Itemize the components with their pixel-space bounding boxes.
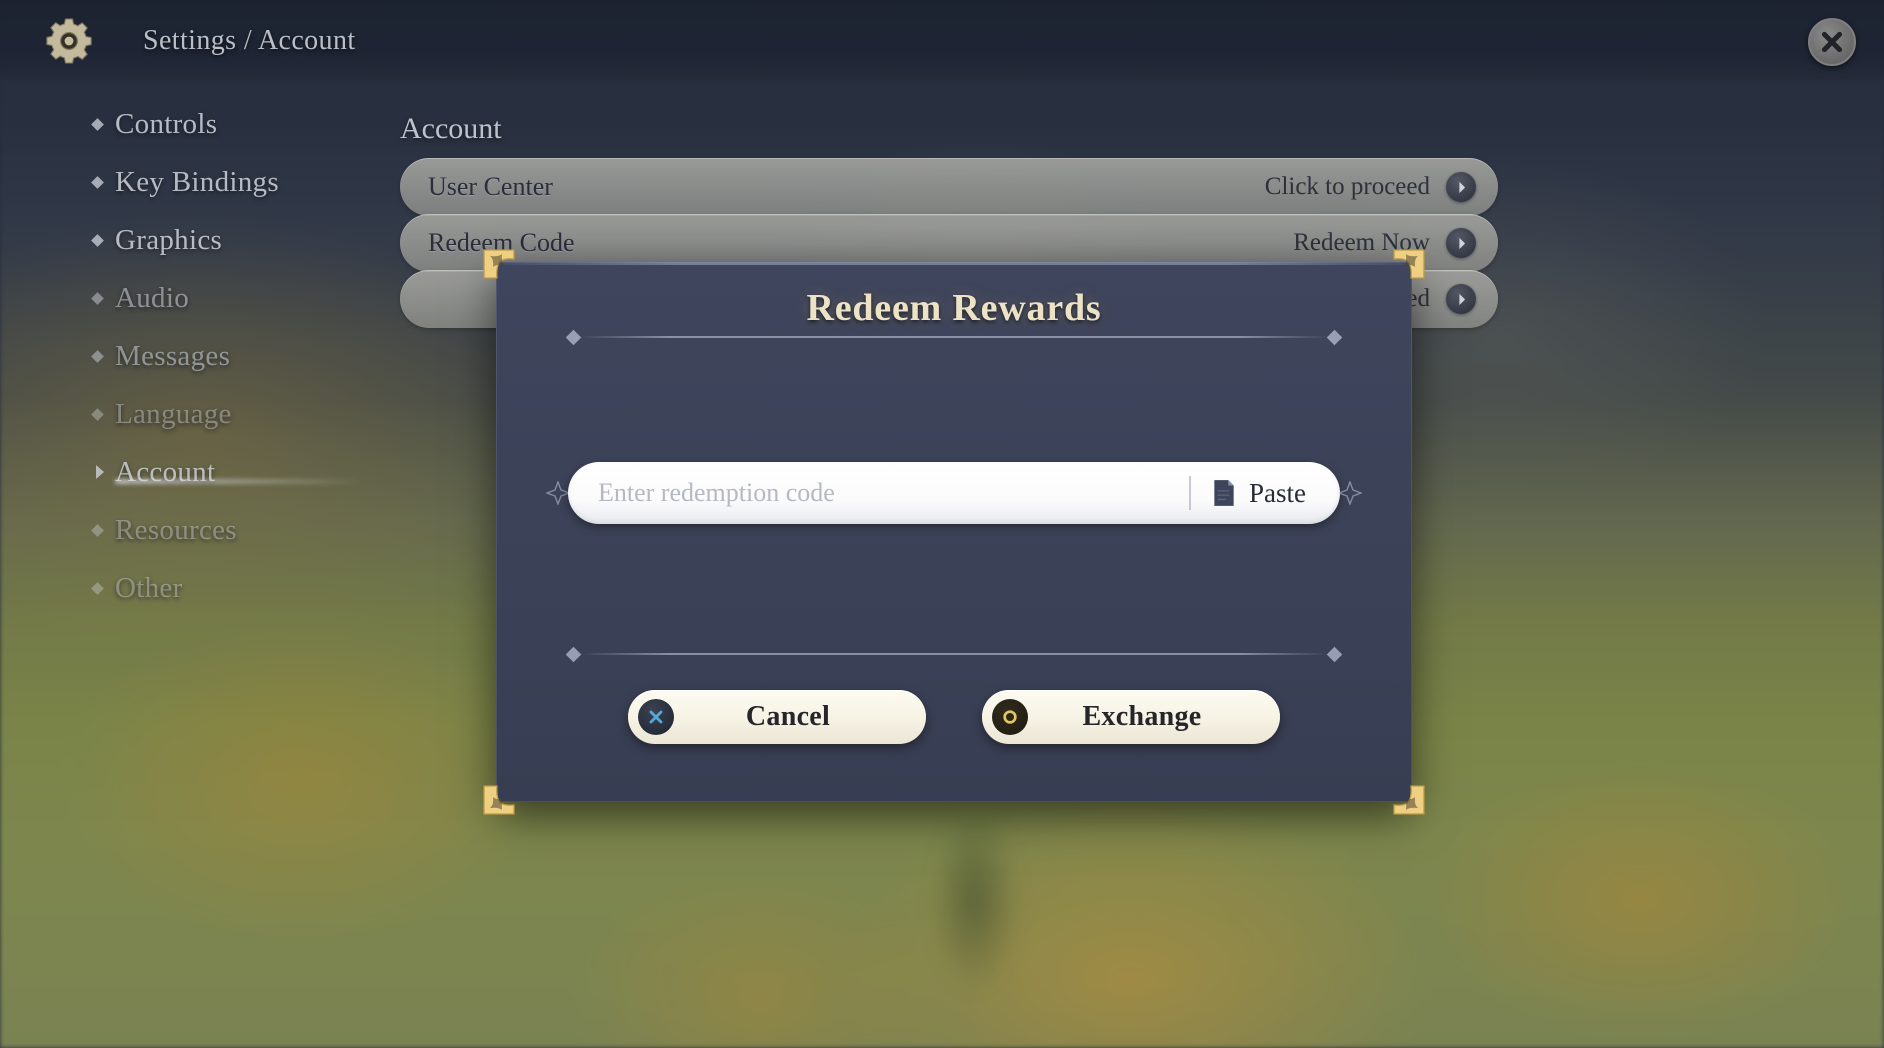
paste-divider [1189, 476, 1191, 510]
field-ornament-right [1337, 480, 1363, 506]
cancel-badge [638, 699, 674, 735]
divider-top [558, 329, 1350, 346]
redeem-rewards-dialog: Redeem Rewards Cancel Exchange [483, 249, 1425, 815]
divider-bar [580, 653, 1328, 655]
divider-cap-left [565, 329, 582, 346]
corner-ornament-top-left [482, 248, 516, 282]
divider-cap-left [565, 646, 582, 663]
corner-ornament-bottom-right [1392, 782, 1426, 816]
dialog-title: Redeem Rewards [806, 287, 1102, 329]
paste-button[interactable]: Paste [1211, 478, 1306, 509]
divider-bottom [558, 646, 1350, 663]
x-icon [649, 710, 663, 724]
corner-ornament-bottom-left [482, 782, 516, 816]
divider-cap-right [1326, 646, 1343, 663]
dialog-button-row: Cancel Exchange [496, 690, 1412, 744]
clipboard-icon [1214, 480, 1234, 506]
divider-cap-right [1326, 329, 1343, 346]
redemption-input-row: Paste [545, 462, 1363, 524]
cancel-button[interactable]: Cancel [628, 690, 926, 744]
field-ornament-left [545, 480, 571, 506]
search-input[interactable] [598, 478, 1189, 508]
circle-icon [1003, 710, 1017, 724]
paste-button-label: Paste [1249, 477, 1306, 508]
redemption-code-field[interactable]: Paste [568, 462, 1340, 524]
exchange-button[interactable]: Exchange [982, 690, 1280, 744]
corner-ornament-top-right [1392, 248, 1426, 282]
divider-bar [580, 336, 1328, 338]
exchange-badge [992, 699, 1028, 735]
